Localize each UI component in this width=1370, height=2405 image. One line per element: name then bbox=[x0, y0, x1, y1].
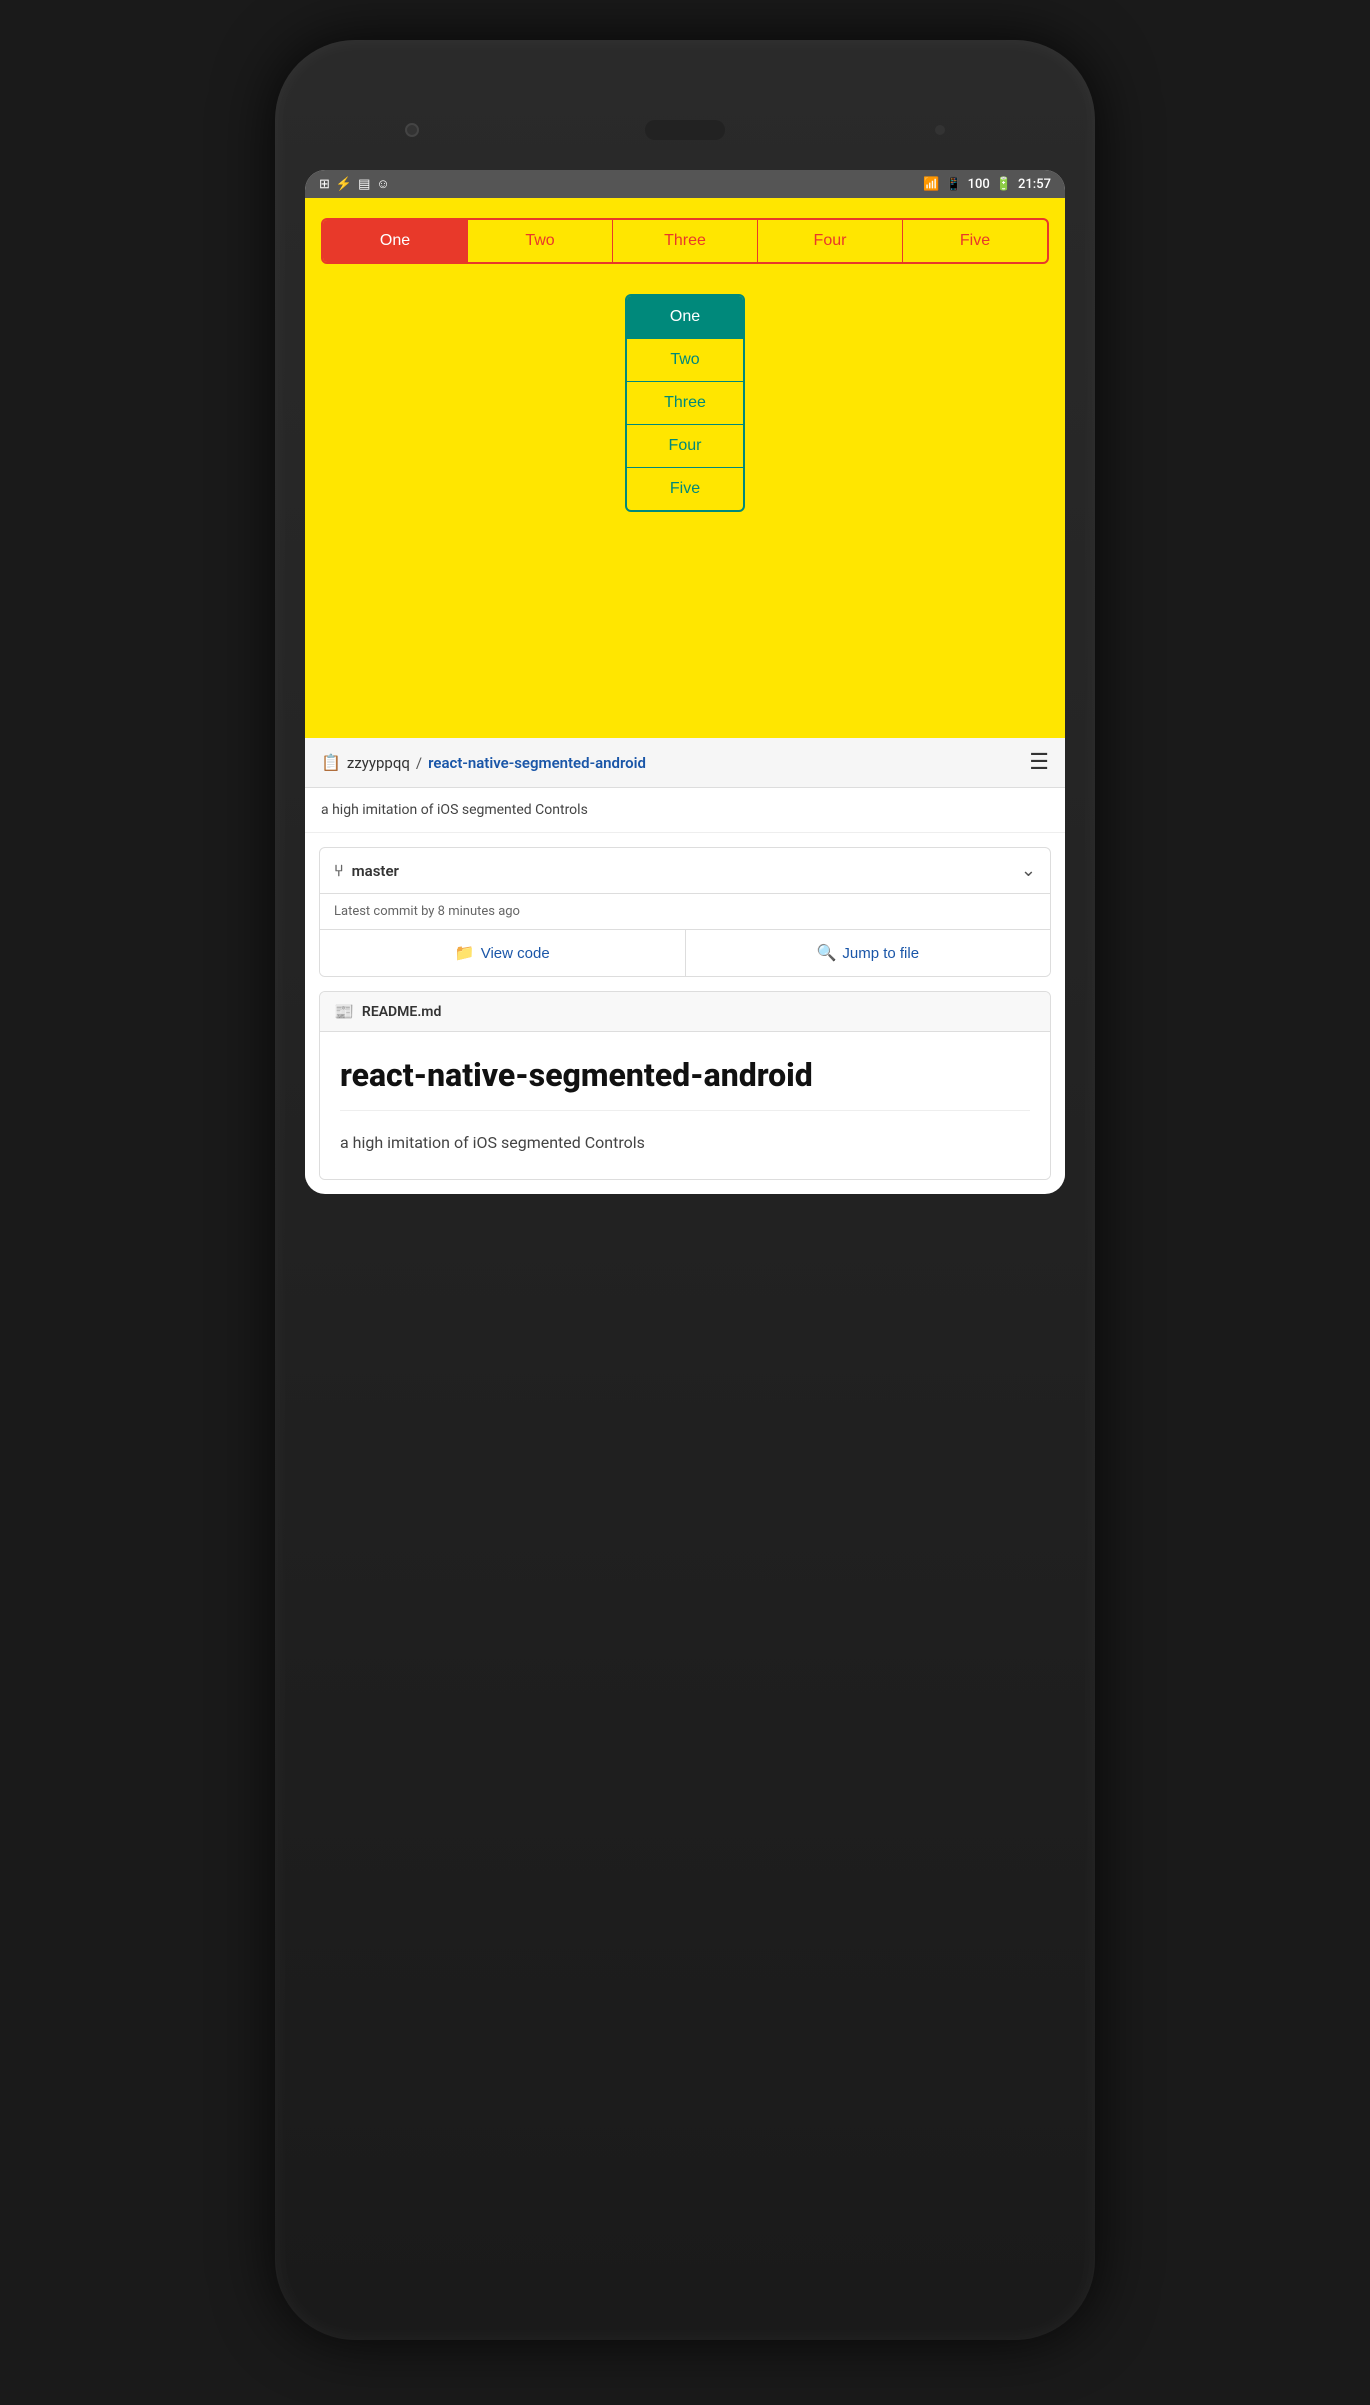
phone-speaker bbox=[645, 120, 725, 140]
chevron-down-icon[interactable]: ⌄ bbox=[1021, 860, 1036, 881]
segmented-control-horizontal[interactable]: One Two Three Four Five bbox=[321, 218, 1049, 264]
branch-row[interactable]: ⑂ master ⌄ bbox=[320, 848, 1050, 894]
time-display: 21:57 bbox=[1018, 177, 1051, 192]
status-right-icons: 📶 📱 100 🔋 21:57 bbox=[923, 177, 1051, 192]
repo-header: 📋 zzyyppqq / react-native-segmented-andr… bbox=[305, 738, 1065, 788]
branch-left: ⑂ master bbox=[334, 861, 399, 880]
seg-btn-v-four[interactable]: Four bbox=[627, 425, 743, 468]
seg-btn-two[interactable]: Two bbox=[468, 220, 613, 262]
readme-title: react-native-segmented-android bbox=[340, 1056, 1030, 1111]
jump-to-file-label: Jump to file bbox=[842, 945, 919, 962]
phone-device: ⊞ ⚡ ▤ ☺ 📶 📱 100 🔋 21:57 One Two Three Fo… bbox=[275, 40, 1095, 2340]
folder-icon: 📁 bbox=[455, 943, 475, 963]
segmented-control-vertical[interactable]: One Two Three Four Five bbox=[625, 294, 745, 512]
seg-btn-one[interactable]: One bbox=[323, 220, 468, 262]
front-camera bbox=[405, 123, 419, 137]
phone-sensor bbox=[935, 125, 945, 135]
seg-btn-v-three[interactable]: Three bbox=[627, 382, 743, 425]
segmented-control-vertical-wrapper: One Two Three Four Five bbox=[321, 294, 1049, 512]
seg-btn-four[interactable]: Four bbox=[758, 220, 903, 262]
readme-subtitle: a high imitation of iOS segmented Contro… bbox=[340, 1131, 1030, 1155]
phone-screen: ⊞ ⚡ ▤ ☺ 📶 📱 100 🔋 21:57 One Two Three Fo… bbox=[305, 170, 1065, 1194]
readme-card: 📰 README.md react-native-segmented-andro… bbox=[319, 991, 1051, 1180]
seg-btn-v-two[interactable]: Two bbox=[627, 339, 743, 382]
hamburger-menu-icon[interactable]: ☰ bbox=[1029, 750, 1049, 775]
repo-description: a high imitation of iOS segmented Contro… bbox=[305, 788, 1065, 833]
repo-name[interactable]: react-native-segmented-android bbox=[428, 754, 646, 772]
battery-text: 100 bbox=[968, 177, 990, 192]
status-bar: ⊞ ⚡ ▤ ☺ 📶 📱 100 🔋 21:57 bbox=[305, 170, 1065, 198]
jump-to-file-button[interactable]: 🔍 Jump to file bbox=[686, 930, 1051, 976]
browser-area: 📋 zzyyppqq / react-native-segmented-andr… bbox=[305, 738, 1065, 1180]
username[interactable]: zzyyppqq bbox=[347, 754, 410, 772]
readme-content: react-native-segmented-android a high im… bbox=[320, 1032, 1050, 1179]
view-code-label: View code bbox=[481, 945, 550, 962]
app-demo-area: One Two Three Four Five One Two Three Fo… bbox=[305, 198, 1065, 738]
seg-btn-three[interactable]: Three bbox=[613, 220, 758, 262]
status-left-icons: ⊞ ⚡ ▤ ☺ bbox=[319, 176, 390, 192]
branch-name: master bbox=[352, 862, 399, 880]
branch-commit-card: ⑂ master ⌄ Latest commit by 8 minutes ag… bbox=[319, 847, 1051, 977]
seg-btn-v-five[interactable]: Five bbox=[627, 468, 743, 510]
branch-icon: ⑂ bbox=[334, 861, 344, 880]
search-icon: 🔍 bbox=[816, 943, 836, 963]
signal-icon: 📱 bbox=[945, 177, 961, 192]
seg-btn-v-one[interactable]: One bbox=[627, 296, 743, 339]
repo-icon: 📋 bbox=[321, 753, 341, 772]
breadcrumb-slash: / bbox=[416, 754, 422, 772]
face-icon: ☺ bbox=[376, 176, 389, 192]
phone-top-bar bbox=[305, 100, 1065, 160]
readme-icon: 📰 bbox=[334, 1002, 354, 1021]
breadcrumb: 📋 zzyyppqq / react-native-segmented-andr… bbox=[321, 753, 646, 772]
battery-icon: 🔋 bbox=[996, 177, 1012, 192]
usb-icon: ⚡ bbox=[336, 177, 352, 192]
readme-header: 📰 README.md bbox=[320, 992, 1050, 1032]
readme-filename: README.md bbox=[362, 1004, 441, 1020]
view-code-button[interactable]: 📁 View code bbox=[320, 930, 686, 976]
seg-btn-five[interactable]: Five bbox=[903, 220, 1047, 262]
grid-icon: ⊞ bbox=[319, 177, 330, 192]
action-row: 📁 View code 🔍 Jump to file bbox=[320, 930, 1050, 976]
wifi-icon: 📶 bbox=[923, 177, 939, 192]
screen-icon: ▤ bbox=[358, 177, 370, 192]
commit-info: Latest commit by 8 minutes ago bbox=[320, 894, 1050, 930]
